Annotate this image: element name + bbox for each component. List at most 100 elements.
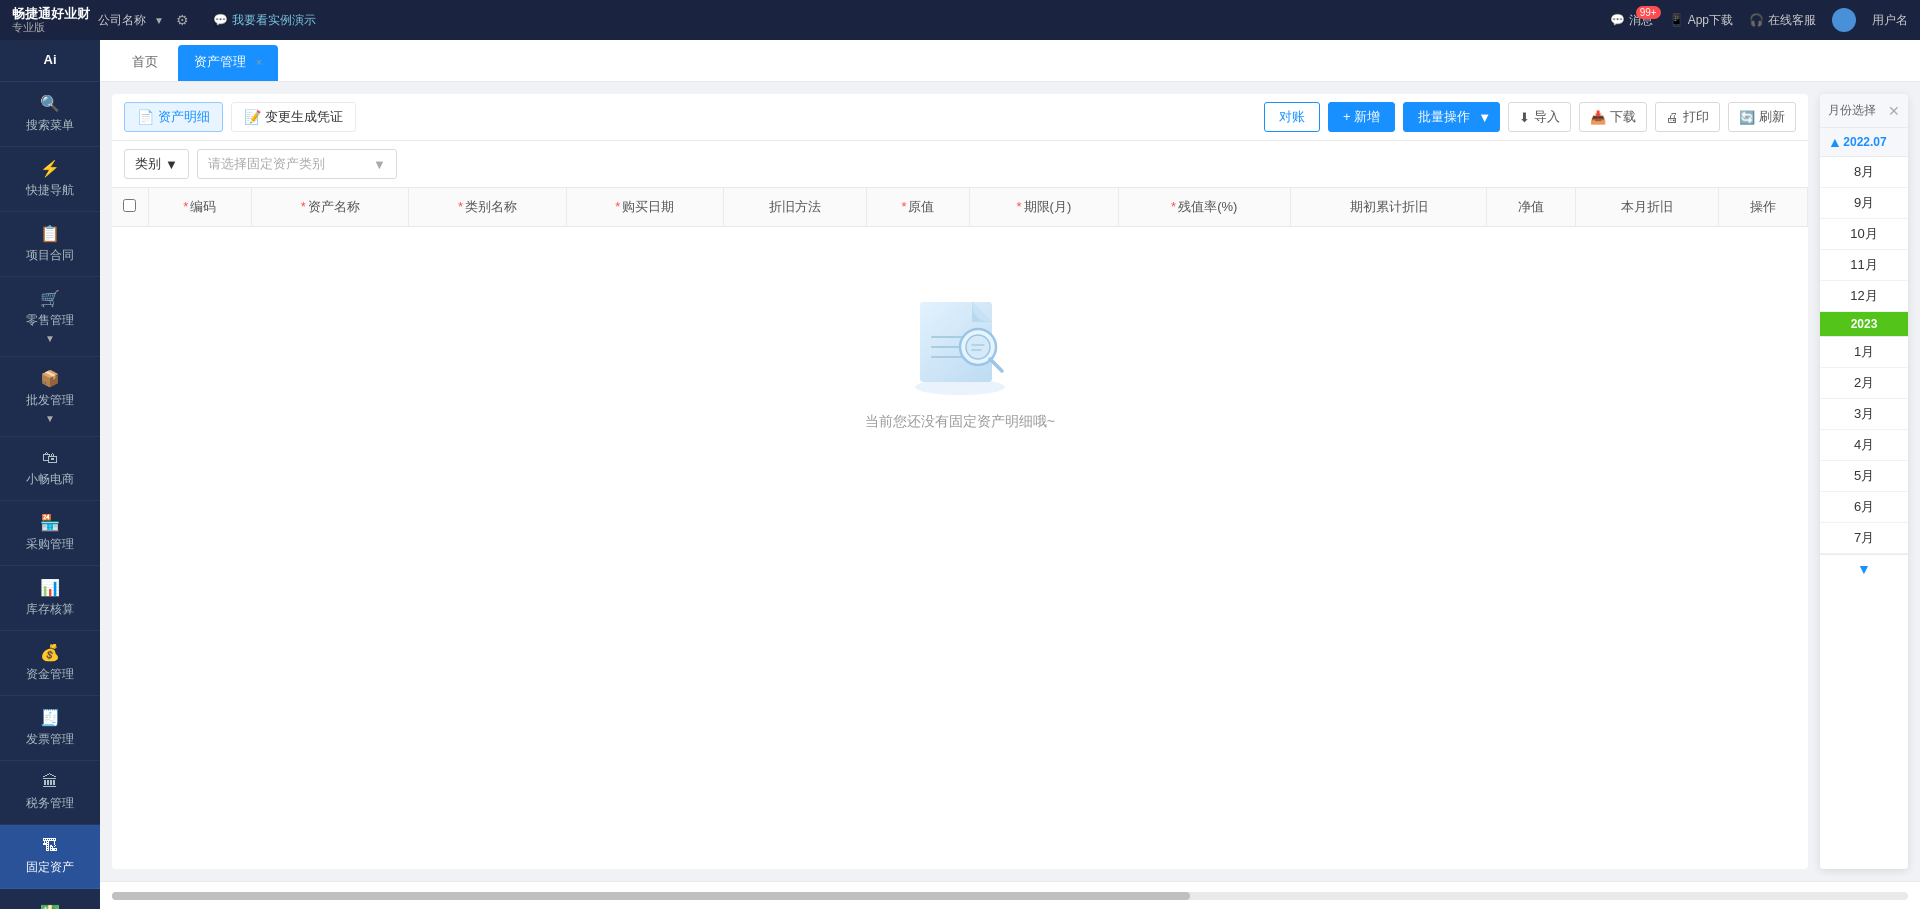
sidebar-item-shortcut[interactable]: ⚡ 快捷导航 [0,147,100,212]
shortcut-icon: ⚡ [40,159,60,178]
month-item[interactable]: 3月 [1820,399,1908,430]
sidebar-item-retail[interactable]: 🛒 零售管理 ▼ [0,277,100,357]
table-header-checkbox[interactable] [112,188,148,227]
month-item[interactable]: 9月 [1820,188,1908,219]
import-icon: ⬇ [1519,110,1530,125]
month-item[interactable]: 11月 [1820,250,1908,281]
message-badge: 99+ [1636,6,1661,19]
month-panel-close-icon[interactable]: ✕ [1888,103,1900,119]
purchase-icon: 🏪 [40,513,60,532]
sidebar-logo: Ai [0,40,100,82]
empty-state: 当前您还没有固定资产明细哦~ [112,227,1808,491]
category-filter-select[interactable]: 类别 ▼ [124,149,189,179]
month-item[interactable]: 12月 [1820,281,1908,312]
month-down-arrow[interactable]: ▼ [1857,561,1871,577]
tab-close-icon[interactable]: × [256,56,262,68]
demo-link[interactable]: 💬 我要看实例演示 [213,12,316,29]
sidebar-item-fund[interactable]: 💰 资金管理 [0,631,100,696]
month-item[interactable]: 10月 [1820,219,1908,250]
tab-asset-management[interactable]: 资产管理 × [178,45,278,81]
sidebar-item-project[interactable]: 📋 项目合同 [0,212,100,277]
tab-home[interactable]: 首页 [116,45,174,81]
sidebar-item-inventory[interactable]: 📊 库存核算 [0,566,100,631]
table-header-operation: 操作 [1718,188,1807,227]
month-list: 8月9月10月11月12月20231月2月3月4月5月6月7月 [1820,157,1908,554]
select-all-checkbox[interactable] [123,199,136,212]
search-icon: 🔍 [40,94,60,113]
top-bar-left: 畅捷通好业财 专业版 公司名称 ▼ ⚙ 💬 我要看实例演示 [12,6,1610,35]
match-button[interactable]: 对账 [1264,102,1320,132]
change-voucher-icon: 📝 [244,109,261,125]
table-header-depreciation-method: 折旧方法 [723,188,866,227]
table-header-code: *编码 [148,188,252,227]
month-item[interactable]: 7月 [1820,523,1908,554]
sidebar-item-invoice[interactable]: 🧾 发票管理 [0,696,100,761]
table-header-period: *期限(月) [970,188,1118,227]
salary-icon: 💵 [40,901,60,909]
month-panel-title: 月份选择 [1828,102,1876,119]
tax-icon: 🏛 [42,773,58,791]
refresh-button[interactable]: 🔄 刷新 [1728,102,1796,132]
print-button[interactable]: 🖨 打印 [1655,102,1720,132]
asset-icon: 🏗 [42,837,58,855]
refresh-icon: 🔄 [1739,110,1755,125]
import-button[interactable]: ⬇ 导入 [1508,102,1571,132]
month-item[interactable]: 6月 [1820,492,1908,523]
month-item[interactable]: 1月 [1820,337,1908,368]
customer-service-action[interactable]: 🎧 在线客服 [1749,12,1816,29]
sidebar: Ai 🔍 搜索菜单 ⚡ 快捷导航 📋 项目合同 🛒 零售管理 ▼ 📦 批发管理 … [0,40,100,909]
batch-button[interactable]: 批量操作 ▼ [1403,102,1500,132]
sidebar-logo-text: Ai [8,52,92,69]
table-container: *编码 *资产名称 *类别名称 *购买日期 折旧方法 *原值 *期限(月) *残… [112,188,1808,869]
download-icon: 📥 [1590,110,1606,125]
wholesale-expand-arrow: ▼ [45,413,55,424]
invoice-icon: 🧾 [40,708,60,727]
svg-point-7 [966,335,990,359]
category-filter-input[interactable]: 请选择固定资产类别 ▼ [197,149,397,179]
sidebar-item-wholesale[interactable]: 📦 批发管理 ▼ [0,357,100,437]
download-button[interactable]: 📥 下载 [1579,102,1647,132]
message-action[interactable]: 💬 消息 99+ [1610,12,1653,29]
month-item[interactable]: 5月 [1820,461,1908,492]
top-bar: 畅捷通好业财 专业版 公司名称 ▼ ⚙ 💬 我要看实例演示 💬 消息 99+ 📱… [0,0,1920,40]
sub-tab-asset-detail[interactable]: 📄 资产明细 [124,102,223,132]
month-item[interactable]: 2023 [1820,312,1908,337]
sub-tab-change-voucher[interactable]: 📝 变更生成凭证 [231,102,356,132]
sidebar-item-asset[interactable]: 🏗 固定资产 [0,825,100,889]
app-edition: 专业版 [12,21,90,34]
settings-icon[interactable]: ⚙ [176,12,189,28]
filter-bar: 类别 ▼ 请选择固定资产类别 ▼ [112,141,1808,188]
user-name: 用户名 [1872,12,1908,29]
main-layout: Ai 🔍 搜索菜单 ⚡ 快捷导航 📋 项目合同 🛒 零售管理 ▼ 📦 批发管理 … [0,40,1920,909]
print-icon: 🖨 [1666,110,1679,125]
batch-dropdown-arrow: ▼ [1478,110,1491,125]
sidebar-item-search[interactable]: 🔍 搜索菜单 [0,82,100,147]
top-bar-right: 💬 消息 99+ 📱 App下载 🎧 在线客服 用户名 [1610,8,1908,32]
content-area: 首页 资产管理 × 📄 资产明细 📝 变更生成凭证 [100,40,1920,909]
month-up-arrow[interactable]: ▲ [1828,134,1842,150]
sidebar-item-ecommerce[interactable]: 🛍 小畅电商 [0,437,100,501]
avatar[interactable] [1832,8,1856,32]
wholesale-icon: 📦 [40,369,60,388]
company-name: 公司名称 [98,12,146,29]
company-dropdown-arrow[interactable]: ▼ [154,15,164,26]
add-button[interactable]: + 新增 [1328,102,1395,132]
app-download-action[interactable]: 📱 App下载 [1669,12,1733,29]
sub-tabs: 📄 资产明细 📝 变更生成凭证 对账 + 新增 批量操 [112,94,1808,141]
table-header-monthly-depreciation: 本月折旧 [1576,188,1719,227]
download-icon: 📱 [1669,13,1684,27]
table-header-residual-rate: *残值率(%) [1118,188,1290,227]
bottom-bar [100,881,1920,909]
month-item[interactable]: 2月 [1820,368,1908,399]
headset-icon: 🎧 [1749,13,1764,27]
table-header-purchase-date: *购买日期 [566,188,723,227]
month-panel-header: 月份选择 ✕ [1820,94,1908,128]
sidebar-item-tax[interactable]: 🏛 税务管理 [0,761,100,825]
project-icon: 📋 [40,224,60,243]
sidebar-item-salary[interactable]: 💵 工资 [0,889,100,909]
month-item[interactable]: 4月 [1820,430,1908,461]
month-item[interactable]: 8月 [1820,157,1908,188]
empty-illustration [890,287,1030,397]
current-period-display: 2022.07 [1843,135,1886,149]
sidebar-item-purchase[interactable]: 🏪 采购管理 [0,501,100,566]
